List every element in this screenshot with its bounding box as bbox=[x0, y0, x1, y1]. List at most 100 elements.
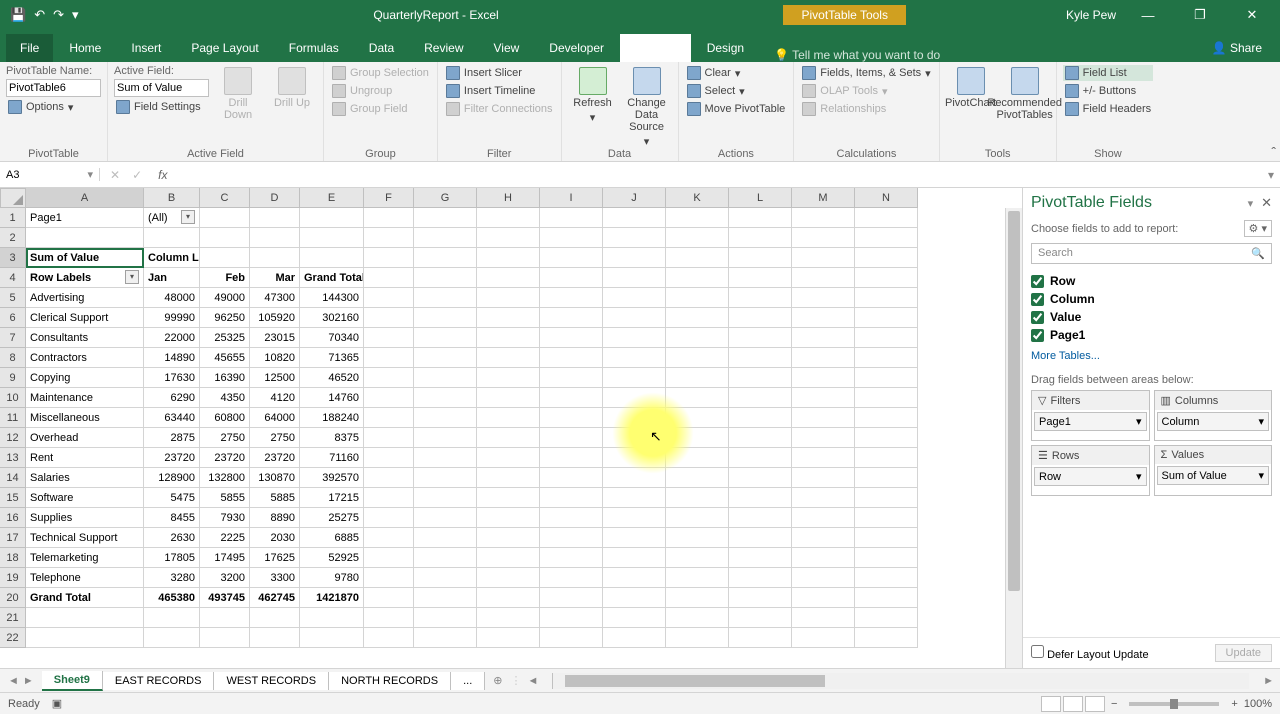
minimize-icon[interactable]: — bbox=[1128, 8, 1168, 23]
values-item[interactable]: Sum of Value▾ bbox=[1157, 466, 1270, 485]
group-selection-button: Group Selection bbox=[330, 65, 431, 81]
filters-area[interactable]: ▽Filters Page1▾ bbox=[1031, 390, 1150, 441]
formula-expand-icon[interactable]: ▾ bbox=[1262, 168, 1280, 182]
more-tables-link[interactable]: More Tables... bbox=[1031, 344, 1272, 362]
fields-pane-subtitle: Choose fields to add to report: bbox=[1031, 223, 1178, 235]
columns-area[interactable]: ▥Columns Column▾ bbox=[1154, 390, 1273, 441]
field-list-toggle[interactable]: Field List bbox=[1063, 65, 1153, 81]
sheet-nav-next-icon[interactable]: ► bbox=[23, 675, 34, 687]
fields-pane-close-icon[interactable]: ✕ bbox=[1261, 195, 1272, 211]
change-data-source-button[interactable]: Change Data Source▾ bbox=[622, 65, 672, 148]
group-group: Group bbox=[330, 148, 431, 161]
drag-areas-label: Drag fields between areas below: bbox=[1023, 366, 1280, 390]
cell-grid[interactable]: ABCDEFGHIJKLMN 1Page1(All)▾23Sum of Valu… bbox=[0, 188, 1022, 668]
fields-layout-icon[interactable]: ⚙ ▾ bbox=[1244, 220, 1272, 237]
tab-file[interactable]: File bbox=[6, 34, 53, 62]
active-field-input[interactable] bbox=[114, 79, 209, 97]
fields-pane-title: PivotTable Fields bbox=[1031, 194, 1152, 212]
redo-icon[interactable]: ↷ bbox=[53, 7, 64, 23]
values-area[interactable]: ΣValues Sum of Value▾ bbox=[1154, 445, 1273, 496]
zoom-in-icon[interactable]: + bbox=[1231, 698, 1237, 710]
field-column[interactable]: Column bbox=[1031, 290, 1272, 308]
columns-item[interactable]: Column▾ bbox=[1157, 412, 1270, 431]
close-icon[interactable]: ✕ bbox=[1232, 7, 1272, 23]
pivottable-name-label: PivotTable Name: bbox=[6, 65, 101, 77]
page-break-view-icon[interactable] bbox=[1085, 696, 1105, 712]
pivottable-name-input[interactable] bbox=[6, 79, 101, 97]
filter-icon: ▽ bbox=[1038, 394, 1046, 407]
plus-minus-buttons-toggle[interactable]: +/- Buttons bbox=[1063, 83, 1153, 99]
page-layout-view-icon[interactable] bbox=[1063, 696, 1083, 712]
rows-area[interactable]: ☰Rows Row▾ bbox=[1031, 445, 1150, 496]
field-settings-button[interactable]: Field Settings bbox=[114, 99, 209, 115]
ungroup-button: Ungroup bbox=[330, 83, 431, 99]
field-headers-toggle[interactable]: Field Headers bbox=[1063, 101, 1153, 117]
save-icon[interactable]: 💾 bbox=[10, 7, 26, 23]
user-name[interactable]: Kyle Pew bbox=[1066, 8, 1116, 22]
vertical-scrollbar[interactable] bbox=[1005, 208, 1022, 668]
sheet-tab-more[interactable]: ... bbox=[451, 672, 485, 690]
ribbon-tabs: File Home Insert Page Layout Formulas Da… bbox=[0, 30, 1280, 62]
fields-search-input[interactable]: Search🔍 bbox=[1031, 243, 1272, 264]
tab-review[interactable]: Review bbox=[410, 34, 477, 62]
sheet-tab-west[interactable]: WEST RECORDS bbox=[214, 672, 329, 690]
defer-layout-checkbox[interactable]: Defer Layout Update bbox=[1031, 645, 1149, 661]
undo-icon[interactable]: ↶ bbox=[34, 7, 45, 23]
sheet-tabs-bar: ◄ ► Sheet9 EAST RECORDS WEST RECORDS NORT… bbox=[0, 668, 1280, 692]
columns-icon: ▥ bbox=[1161, 394, 1171, 407]
rows-item[interactable]: Row▾ bbox=[1034, 467, 1147, 486]
move-pivottable-button[interactable]: Move PivotTable bbox=[685, 101, 788, 117]
drill-down-button: Drill Down bbox=[213, 65, 263, 121]
rows-icon: ☰ bbox=[1038, 449, 1048, 462]
tab-formulas[interactable]: Formulas bbox=[275, 34, 353, 62]
clear-button[interactable]: Clear ▾ bbox=[685, 65, 788, 81]
tab-view[interactable]: View bbox=[480, 34, 534, 62]
new-sheet-icon[interactable]: ⊕ bbox=[485, 674, 510, 687]
tab-design[interactable]: Design bbox=[693, 34, 758, 62]
group-actions: Actions bbox=[685, 148, 788, 161]
share-button[interactable]: 👤 Share bbox=[1194, 34, 1280, 62]
hscroll-right-icon[interactable]: ► bbox=[1257, 675, 1280, 687]
insert-timeline-button[interactable]: Insert Timeline bbox=[444, 83, 555, 99]
fx-icon[interactable]: fx bbox=[152, 168, 173, 182]
sheet-nav-prev-icon[interactable]: ◄ bbox=[8, 675, 19, 687]
select-button[interactable]: Select ▾ bbox=[685, 83, 788, 99]
restore-icon[interactable]: ❐ bbox=[1180, 7, 1220, 23]
relationships-button: Relationships bbox=[800, 101, 932, 117]
horizontal-scrollbar[interactable] bbox=[552, 673, 1249, 689]
macro-record-icon[interactable]: ▣ bbox=[52, 697, 62, 710]
field-page1[interactable]: Page1 bbox=[1031, 326, 1272, 344]
normal-view-icon[interactable] bbox=[1041, 696, 1061, 712]
field-value[interactable]: Value bbox=[1031, 308, 1272, 326]
group-tools: Tools bbox=[946, 148, 1050, 161]
zoom-level[interactable]: 100% bbox=[1244, 698, 1272, 710]
insert-slicer-button[interactable]: Insert Slicer bbox=[444, 65, 555, 81]
tab-analyze[interactable]: Analyze bbox=[620, 34, 691, 62]
filters-item[interactable]: Page1▾ bbox=[1034, 412, 1147, 431]
ribbon-collapse-icon[interactable]: ˆ bbox=[1271, 144, 1276, 160]
fields-pane-dropdown-icon[interactable]: ▾ bbox=[1248, 197, 1254, 210]
options-button[interactable]: Options ▾ bbox=[6, 99, 101, 115]
tab-home[interactable]: Home bbox=[55, 34, 115, 62]
sheet-tab-north[interactable]: NORTH RECORDS bbox=[329, 672, 451, 690]
tell-me[interactable]: 💡 Tell me what you want to do bbox=[760, 48, 1192, 62]
tab-developer[interactable]: Developer bbox=[535, 34, 618, 62]
context-tools-label: PivotTable Tools bbox=[783, 5, 906, 25]
hscroll-left-icon[interactable]: ◄ bbox=[521, 675, 544, 687]
zoom-out-icon[interactable]: − bbox=[1111, 698, 1117, 710]
name-box[interactable]: A3▾ bbox=[0, 168, 100, 181]
group-calculations: Calculations bbox=[800, 148, 932, 161]
fields-items-sets-button[interactable]: Fields, Items, & Sets ▾ bbox=[800, 65, 932, 81]
zoom-slider[interactable] bbox=[1129, 702, 1219, 706]
qat-customize-icon[interactable]: ▾ bbox=[72, 7, 79, 23]
tab-insert[interactable]: Insert bbox=[117, 34, 175, 62]
recommended-pivottables-button[interactable]: Recommended PivotTables bbox=[1000, 65, 1050, 121]
tab-page-layout[interactable]: Page Layout bbox=[177, 34, 272, 62]
sheet-tab-sheet9[interactable]: Sheet9 bbox=[42, 671, 103, 691]
field-row[interactable]: Row bbox=[1031, 272, 1272, 290]
sheet-tab-east[interactable]: EAST RECORDS bbox=[103, 672, 215, 690]
drill-up-button: Drill Up bbox=[267, 65, 317, 109]
refresh-button[interactable]: Refresh▾ bbox=[568, 65, 618, 124]
tab-data[interactable]: Data bbox=[355, 34, 408, 62]
values-icon: Σ bbox=[1161, 449, 1168, 461]
